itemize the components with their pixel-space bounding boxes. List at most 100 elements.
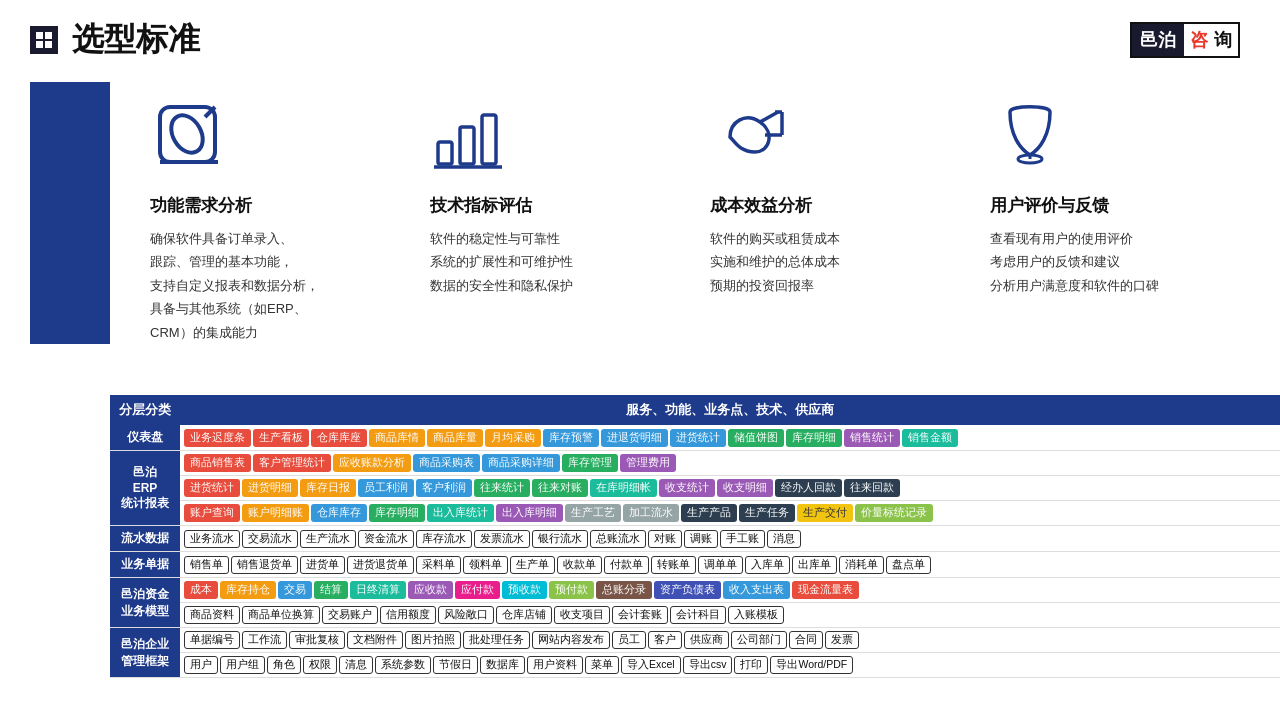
criteria-title-tech: 技术指标评估 (430, 194, 670, 217)
tag: 库存明细 (369, 504, 425, 522)
top-section: 功能需求分析 确保软件具备订单录入、跟踪、管理的基本功能，支持自定义报表和数据分… (0, 82, 1280, 344)
tag: 发票 (825, 631, 859, 649)
tag: 交易流水 (242, 530, 298, 548)
tag: 结算 (314, 581, 348, 599)
tag: 系统参数 (375, 656, 431, 674)
tag: 导出csv (683, 656, 733, 674)
tag: 收支明细 (717, 479, 773, 497)
criteria-desc-func: 确保软件具备订单录入、跟踪、管理的基本功能，支持自定义报表和数据分析，具备与其他… (150, 227, 390, 344)
tag: 打印 (734, 656, 768, 674)
tag: 总账流水 (590, 530, 646, 548)
table-row: 流水数据业务流水交易流水生产流水资金流水库存流水发票流水银行流水总账流水对账调账… (110, 526, 1280, 552)
tag: 商品销售表 (184, 454, 251, 472)
tag: 经办人回款 (775, 479, 842, 497)
tag: 总账分录 (596, 581, 652, 599)
tag: 仓库店铺 (496, 606, 552, 624)
table-row: 用户用户组角色权限清息系统参数节假日数据库用户资料菜单导入Excel导出csv打… (110, 653, 1280, 678)
tag: 入账模板 (728, 606, 784, 624)
tag: 单据编号 (184, 631, 240, 649)
row-tags: 商品资料商品单位换算交易账户信用额度风险敞口仓库店铺收支项目会计套账会计科目入账… (180, 603, 1280, 628)
tag: 生产工艺 (565, 504, 621, 522)
row-label: 仪表盘 (110, 425, 180, 451)
tag: 日终清算 (350, 581, 406, 599)
tag: 数据库 (480, 656, 525, 674)
tag: 网站内容发布 (532, 631, 610, 649)
tag: 清息 (339, 656, 373, 674)
tag: 客户管理统计 (253, 454, 331, 472)
tag: 收入支出表 (723, 581, 790, 599)
table-row: 商品资料商品单位换算交易账户信用额度风险敞口仓库店铺收支项目会计套账会计科目入账… (110, 603, 1280, 628)
svg-rect-3 (45, 41, 52, 48)
criteria-title-func: 功能需求分析 (150, 194, 390, 217)
table-row: 仪表盘业务迟度条生产看板仓库库座商品库情商品库量月均采购库存预警进退货明细进货统… (110, 425, 1280, 451)
tag: 生产产品 (681, 504, 737, 522)
table-header: 分层分类 服务、功能、业务点、技术、供应商 (110, 395, 1280, 425)
tag: 出库单 (792, 556, 837, 574)
logo-part3: 询 (1214, 24, 1238, 56)
criteria-desc-user: 查看现有用户的使用评价考虑用户的反馈和建议分析用户满意度和软件的口碑 (990, 227, 1230, 297)
tag: 进货明细 (242, 479, 298, 497)
tag: 储值饼图 (728, 429, 784, 447)
page-title: 选型标准 (72, 18, 200, 62)
tag: 客户利润 (416, 479, 472, 497)
tag: 调单单 (698, 556, 743, 574)
tag: 业务迟度条 (184, 429, 251, 447)
tag: 应收款 (408, 581, 453, 599)
row-tags: 用户用户组角色权限清息系统参数节假日数据库用户资料菜单导入Excel导出csv打… (180, 653, 1280, 678)
tag: 盘点单 (886, 556, 931, 574)
tag: 会计科目 (670, 606, 726, 624)
data-table: 分层分类 服务、功能、业务点、技术、供应商 仪表盘业务迟度条生产看板仓库库座商品… (110, 395, 1280, 678)
tag: 生产单 (510, 556, 555, 574)
tag: 出入库统计 (427, 504, 494, 522)
tag: 客户 (648, 631, 682, 649)
tag: 交易 (278, 581, 312, 599)
func-icon (150, 97, 230, 177)
tag: 预收款 (502, 581, 547, 599)
header-left: 选型标准 (30, 18, 200, 62)
svg-rect-10 (482, 115, 496, 164)
table-body: 仪表盘业务迟度条生产看板仓库库座商品库情商品库量月均采购库存预警进退货明细进货统… (110, 425, 1280, 678)
table-row: 业务单据销售单销售退货单进货单进货退货单采料单领料单生产单收款单付款单转账单调单… (110, 552, 1280, 578)
tag: 出入库明细 (496, 504, 563, 522)
tag: 往来回款 (844, 479, 900, 497)
tag: 发票流水 (474, 530, 530, 548)
tag: 销售统计 (844, 429, 900, 447)
tag: 手工账 (720, 530, 765, 548)
tag: 销售退货单 (231, 556, 298, 574)
tag: 公司部门 (731, 631, 787, 649)
row-tags: 销售单销售退货单进货单进货退货单采料单领料单生产单收款单付款单转账单调单单入库单… (180, 552, 1280, 578)
tag: 生产交付 (797, 504, 853, 522)
tag: 月均采购 (485, 429, 541, 447)
icon-area-cost (710, 92, 950, 182)
svg-rect-8 (438, 142, 452, 164)
tag: 领料单 (463, 556, 508, 574)
tag: 供应商 (684, 631, 729, 649)
tag: 信用额度 (380, 606, 436, 624)
tag: 采料单 (416, 556, 461, 574)
tag: 库存流水 (416, 530, 472, 548)
tag: 生产流水 (300, 530, 356, 548)
tag: 商品采购表 (413, 454, 480, 472)
tag: 用户组 (220, 656, 265, 674)
tag: 用户资料 (527, 656, 583, 674)
row-tags: 商品销售表客户管理统计应收账款分析商品采购表商品采购详细库存管理管理费用 (180, 451, 1280, 476)
tag: 加工流水 (623, 504, 679, 522)
tag: 应收账款分析 (333, 454, 411, 472)
cost-icon (710, 97, 790, 177)
tag: 收款单 (557, 556, 602, 574)
table-row: 邑泊ERP统计报表商品销售表客户管理统计应收账款分析商品采购表商品采购详细库存管… (110, 451, 1280, 476)
criteria-item-tech: 技术指标评估 软件的稳定性与可靠性系统的扩展性和可维护性数据的安全性和隐私保护 (410, 82, 690, 344)
tag: 对账 (648, 530, 682, 548)
row-tags: 账户查询账户明细账仓库库存库存明细出入库统计出入库明细生产工艺加工流水生产产品生… (180, 501, 1280, 526)
tag: 生产看板 (253, 429, 309, 447)
tag: 应付款 (455, 581, 500, 599)
tag: 在库明细帐 (590, 479, 657, 497)
tag: 导出Word/PDF (770, 656, 853, 674)
icon-area-tech (430, 92, 670, 182)
tag: 商品单位换算 (242, 606, 320, 624)
tag: 生产任务 (739, 504, 795, 522)
tech-icon (430, 97, 510, 177)
row-tags: 进货统计进货明细库存日报员工利润客户利润往来统计往来对账在库明细帐收支统计收支明… (180, 476, 1280, 501)
tag: 用户 (184, 656, 218, 674)
tag: 进货统计 (184, 479, 240, 497)
